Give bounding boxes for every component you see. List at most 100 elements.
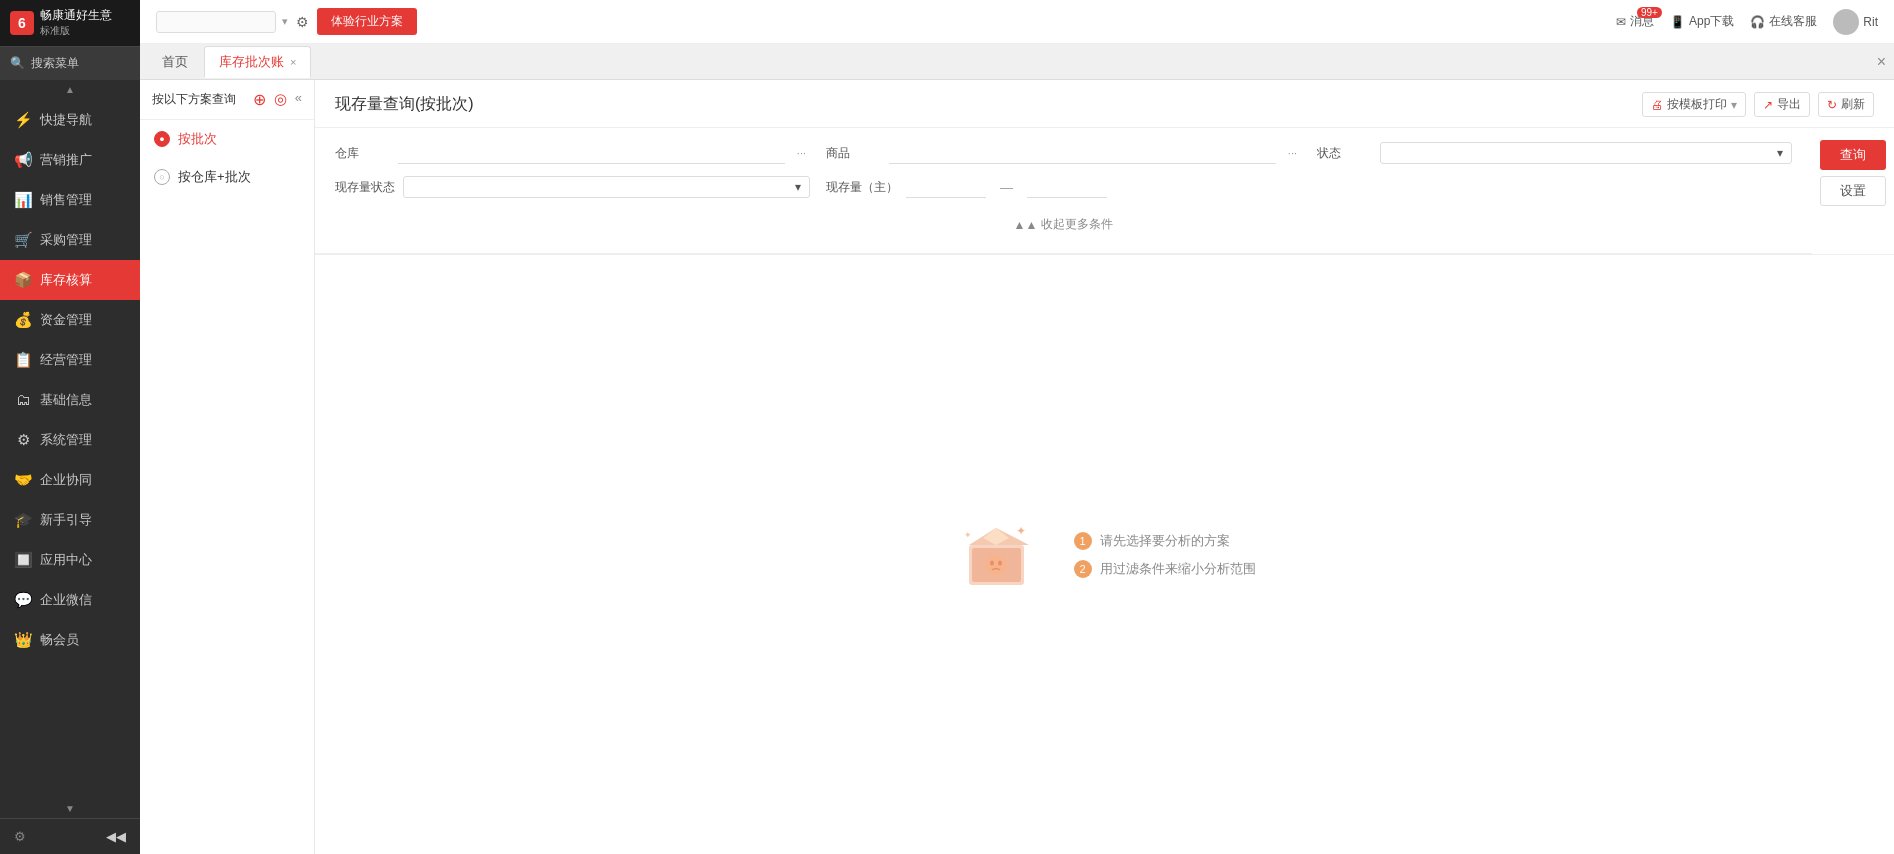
empty-tips: 1 请先选择要分析的方案 2 用过滤条件来缩小分析范围: [1074, 532, 1256, 578]
status-filter: 状态 ▾: [1317, 142, 1792, 164]
sidebar-item-label: 畅会员: [40, 631, 79, 649]
export-label: 导出: [1777, 96, 1801, 113]
sidebar-item-quick-nav[interactable]: ⚡ 快捷导航: [0, 100, 140, 140]
app-download-button[interactable]: 📱 App下载: [1670, 13, 1734, 30]
avatar: [1833, 9, 1859, 35]
status-select[interactable]: ▾: [1380, 142, 1792, 164]
topbar-chevron-icon[interactable]: ▾: [282, 15, 288, 28]
scheme-item-by-batch[interactable]: ● 按批次: [140, 120, 314, 158]
sidebar-search[interactable]: 🔍 搜索菜单: [0, 47, 140, 80]
topbar-right: ✉ 消息 99+ 📱 App下载 🎧 在线客服 Rit: [1616, 9, 1878, 35]
empty-illustration: ✦ ✦: [954, 510, 1044, 600]
member-icon: 👑: [14, 631, 32, 649]
print-icon: 🖨: [1651, 98, 1663, 112]
user-menu[interactable]: Rit: [1833, 9, 1878, 35]
inventory-status-filter: 现存量状态 ▾: [335, 176, 810, 198]
svg-point-5: [986, 555, 1006, 575]
search-icon: 🔍: [10, 56, 25, 70]
page-header: 现存量查询(按批次) 🖨 按模板打印 ▾ ↗ 导出 ↻ 刷新: [315, 80, 1894, 128]
trial-industry-button[interactable]: 体验行业方案: [317, 8, 417, 35]
scheme-label-by-warehouse-batch: 按仓库+批次: [178, 168, 251, 186]
warehouse-label: 仓库: [335, 145, 390, 162]
scheme-item-by-warehouse-batch[interactable]: ○ 按仓库+批次: [140, 158, 314, 196]
collapse-panel-icon[interactable]: «: [295, 90, 302, 109]
tip-num-1: 1: [1074, 532, 1092, 550]
settings-icon[interactable]: ⚙: [14, 829, 26, 844]
sidebar-scroll-up[interactable]: ▲: [0, 80, 140, 100]
sidebar-footer: ⚙ ◀◀: [0, 818, 140, 854]
inventory-qty-min-input[interactable]: [906, 177, 986, 198]
refresh-label: 刷新: [1841, 96, 1865, 113]
inventory-status-chevron: ▾: [795, 180, 801, 194]
empty-tip-1: 1 请先选择要分析的方案: [1074, 532, 1256, 550]
app-download-label: App下载: [1689, 13, 1734, 30]
warehouse-input[interactable]: [398, 143, 785, 164]
online-service-button[interactable]: 🎧 在线客服: [1750, 13, 1817, 30]
goods-more-icon[interactable]: ···: [1284, 147, 1301, 159]
headset-icon: 🎧: [1750, 15, 1765, 29]
action-buttons: 查询 设置: [1812, 128, 1894, 254]
sidebar-item-label: 应用中心: [40, 551, 92, 569]
sidebar-item-label: 企业协同: [40, 471, 92, 489]
inventory-status-select[interactable]: ▾: [403, 176, 810, 198]
refresh-button[interactable]: ↻ 刷新: [1818, 92, 1874, 117]
sidebar-item-system[interactable]: ⚙ 系统管理: [0, 420, 140, 460]
topbar-left: ▾ ⚙ 体验行业方案: [156, 8, 1606, 35]
enterprise-icon: 🤝: [14, 471, 32, 489]
tabbar-close-button[interactable]: ×: [1877, 53, 1886, 71]
scheme-settings-icon[interactable]: ◎: [274, 90, 287, 109]
sidebar-item-inventory[interactable]: 📦 库存核算: [0, 260, 140, 300]
sidebar-item-sales[interactable]: 📊 销售管理: [0, 180, 140, 220]
page-title: 现存量查询(按批次): [335, 94, 474, 115]
sidebar-item-label: 经营管理: [40, 351, 92, 369]
sidebar-item-marketing[interactable]: 📢 营销推广: [0, 140, 140, 180]
sidebar-scroll-down[interactable]: ▼: [0, 798, 140, 818]
filter-area: 仓库 ··· 商品 ··· 状态: [315, 128, 1812, 254]
topbar: ▾ ⚙ 体验行业方案 ✉ 消息 99+ 📱 App下载 🎧 在线客服 Rit: [140, 0, 1894, 44]
system-icon: ⚙: [14, 431, 32, 449]
warehouse-more-icon[interactable]: ···: [793, 147, 810, 159]
inventory-status-label: 现存量状态: [335, 179, 395, 196]
tab-home[interactable]: 首页: [148, 46, 202, 78]
template-print-button[interactable]: 🖨 按模板打印 ▾: [1642, 92, 1746, 117]
inventory-qty-filter: 现存量（主） —: [826, 177, 1301, 198]
tab-inventory-batch[interactable]: 库存批次账 ×: [204, 46, 311, 78]
sidebar-header: 6 畅康通好生意 标准版: [0, 0, 140, 47]
inventory-qty-max-input[interactable]: [1027, 177, 1107, 198]
sidebar-item-purchase[interactable]: 🛒 采购管理: [0, 220, 140, 260]
messages-badge: 99+: [1637, 7, 1662, 18]
sidebar-item-finance[interactable]: 💰 资金管理: [0, 300, 140, 340]
tab-home-label: 首页: [162, 53, 188, 71]
sidebar-item-app-center[interactable]: 🔲 应用中心: [0, 540, 140, 580]
export-icon: ↗: [1763, 98, 1773, 112]
messages-button[interactable]: ✉ 消息 99+: [1616, 13, 1654, 30]
query-button[interactable]: 查询: [1820, 140, 1886, 170]
sidebar-collapse-icon[interactable]: ◀◀: [106, 829, 126, 844]
left-panel-title: 按以下方案查询: [152, 91, 236, 108]
topbar-gear-icon[interactable]: ⚙: [296, 14, 309, 30]
sidebar-item-wechat[interactable]: 💬 企业微信: [0, 580, 140, 620]
wechat-icon: 💬: [14, 591, 32, 609]
collapse-filter-button[interactable]: ▲▲ 收起更多条件: [335, 210, 1792, 239]
sidebar-item-basic[interactable]: 🗂 基础信息: [0, 380, 140, 420]
sidebar-item-enterprise[interactable]: 🤝 企业协同: [0, 460, 140, 500]
main: ▾ ⚙ 体验行业方案 ✉ 消息 99+ 📱 App下载 🎧 在线客服 Rit: [140, 0, 1894, 854]
settings-button[interactable]: 设置: [1820, 176, 1886, 206]
template-chevron-icon: ▾: [1731, 98, 1737, 112]
topbar-search-input[interactable]: [156, 11, 276, 33]
sidebar-item-newbie[interactable]: 🎓 新手引导: [0, 500, 140, 540]
tab-close-icon[interactable]: ×: [290, 56, 296, 68]
sidebar-item-label: 销售管理: [40, 191, 92, 209]
purchase-icon: 🛒: [14, 231, 32, 249]
add-scheme-button[interactable]: ⊕: [253, 90, 266, 109]
goods-input[interactable]: [889, 143, 1276, 164]
svg-text:✦: ✦: [964, 530, 972, 540]
scheme-icon-by-batch: ●: [154, 131, 170, 147]
export-button[interactable]: ↗ 导出: [1754, 92, 1810, 117]
finance-icon: 💰: [14, 311, 32, 329]
sidebar-item-label: 快捷导航: [40, 111, 92, 129]
username-label: Rit: [1863, 15, 1878, 29]
left-panel-header: 按以下方案查询 ⊕ ◎ «: [140, 80, 314, 120]
sidebar-item-member[interactable]: 👑 畅会员: [0, 620, 140, 660]
sidebar-item-operations[interactable]: 📋 经营管理: [0, 340, 140, 380]
